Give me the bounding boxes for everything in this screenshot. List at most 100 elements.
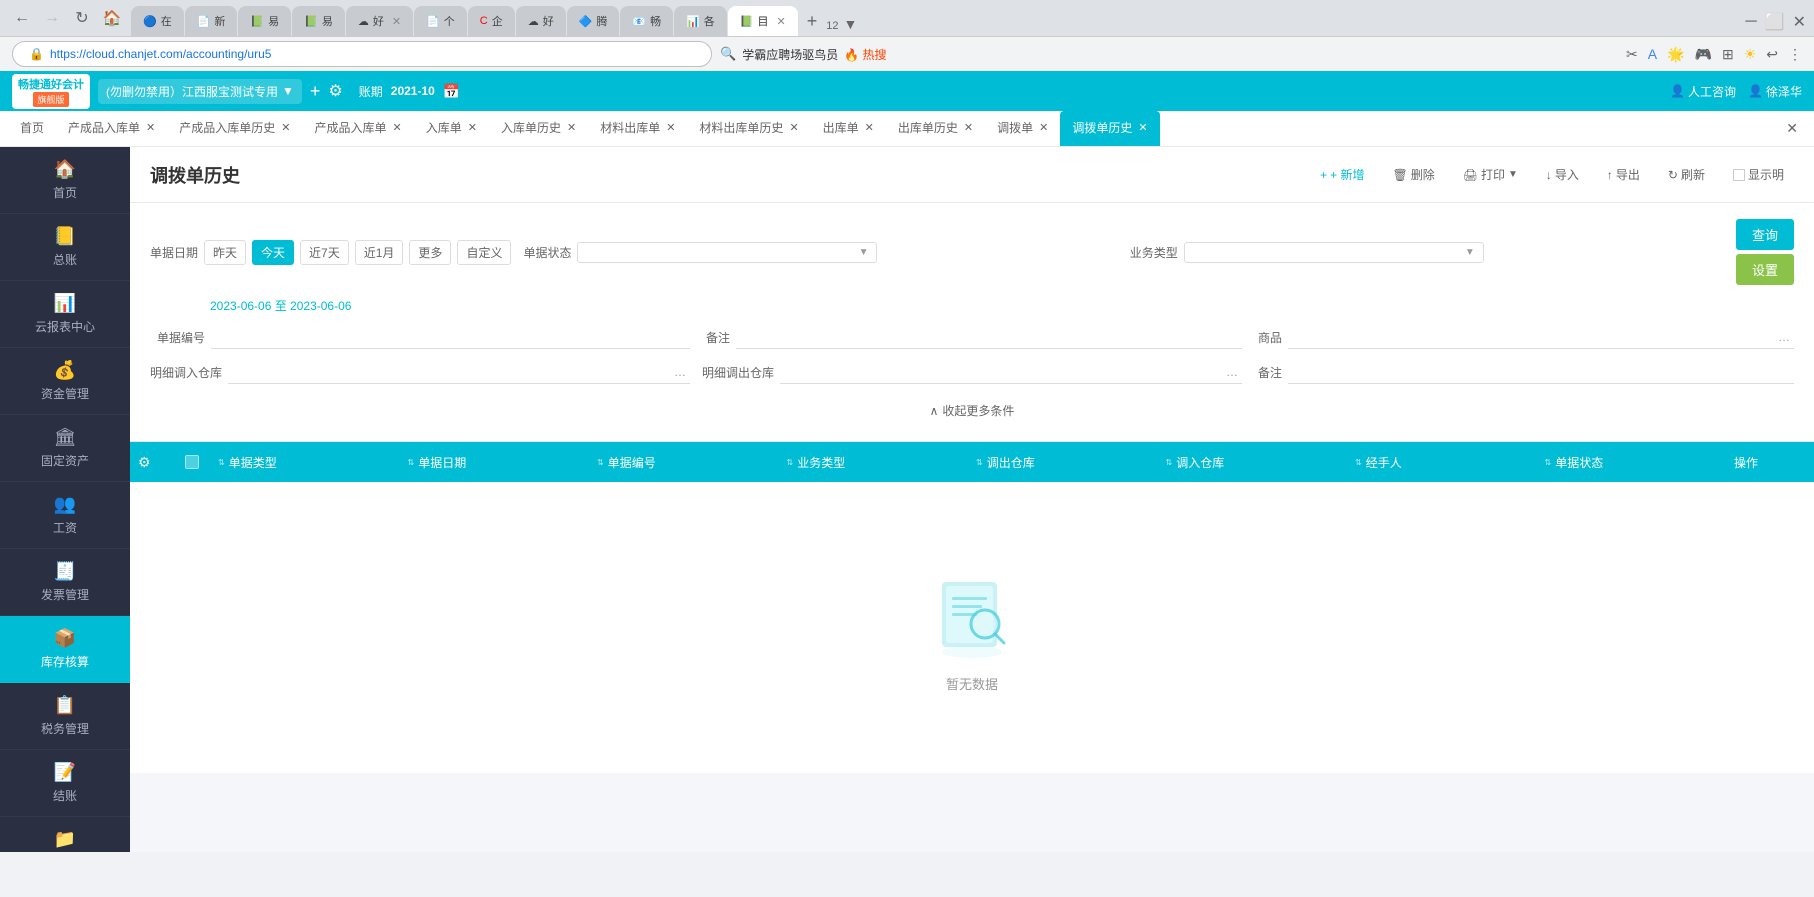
th-doc-date[interactable]: ⇅ 单据日期 [400,454,590,471]
nav-tab-ckd[interactable]: 出库单 ✕ [811,111,886,146]
delete-btn[interactable]: 🗑 删除 [1382,161,1444,188]
close-btn[interactable]: ✕ [1793,12,1806,32]
calendar-icon[interactable]: 📅 [443,83,460,100]
date-more-btn[interactable]: 更多 [409,240,451,265]
tab-8[interactable]: ☁好 [516,6,566,36]
tab-6[interactable]: 📄个 [414,6,467,36]
date-today-btn[interactable]: 今天 [252,240,294,265]
address-bar[interactable]: 🔒 https://cloud.chanjet.com/accounting/u… [12,41,712,67]
nav-tab-ccrk2[interactable]: 产成品入库单 ✕ [302,111,413,146]
tab-12[interactable]: 📗目 ✕ [728,6,798,36]
nav-tab-ccrkls-close[interactable]: ✕ [281,121,290,134]
note-input[interactable] [736,326,1242,348]
date-custom-btn[interactable]: 自定义 [457,240,511,265]
tab-list-btn[interactable]: ▼ [843,16,857,36]
tab-9[interactable]: 🔷腾 [567,6,620,36]
in-warehouse-more-icon[interactable]: … [670,365,690,379]
th-doc-num[interactable]: ⇅ 单据编号 [589,454,779,471]
new-tab-btn[interactable]: + [799,11,826,36]
sidebar-item-home[interactable]: 🏠 首页 [0,147,130,214]
close-all-tabs[interactable]: ✕ [1778,120,1806,137]
sidebar-item-assets[interactable]: 🏛 固定资产 [0,415,130,482]
tab-4[interactable]: 📗易 [292,6,345,36]
service-btn[interactable]: 👤 人工咨询 [1670,83,1736,100]
tab-2[interactable]: 📄新 [185,6,238,36]
query-btn[interactable]: 查询 [1736,219,1794,250]
nav-tab-rkd[interactable]: 入库单 ✕ [414,111,489,146]
nav-tab-ckdls-close[interactable]: ✕ [964,121,973,134]
home-btn[interactable]: 🏠 [98,4,126,32]
tab-7[interactable]: C企 [468,6,515,36]
date-1month-btn[interactable]: 近1月 [355,240,404,265]
nav-tab-ccrk[interactable]: 产成品入库单 ✕ [56,111,167,146]
nav-tab-ccrk2-close[interactable]: ✕ [393,121,402,134]
tab-3[interactable]: 📗易 [238,6,291,36]
sidebar-item-closing[interactable]: 📝 结账 [0,750,130,817]
nav-tab-dbdls[interactable]: 调拨单历史 ✕ [1060,111,1159,146]
th-checkbox[interactable] [174,455,210,469]
add-company-btn[interactable]: + [310,81,321,102]
select-all-checkbox[interactable] [185,455,199,469]
nav-tab-home[interactable]: 首页 [8,111,56,146]
nav-tab-dbd[interactable]: 调拨单 ✕ [985,111,1060,146]
sidebar-item-invoice[interactable]: 🧾 发票管理 [0,549,130,616]
company-selector[interactable]: (勿删勿禁用）江西服宝测试专用 ▼ [98,79,302,104]
goods-more-icon[interactable]: … [1774,330,1794,344]
tab-10[interactable]: 📧畅 [620,6,673,36]
nav-tab-rkd-close[interactable]: ✕ [468,121,477,134]
tab-5-close[interactable]: ✕ [392,15,401,28]
in-warehouse-input[interactable] [228,361,670,383]
date-yesterday-btn[interactable]: 昨天 [204,240,246,265]
back-btn[interactable]: ← [8,4,36,32]
out-warehouse-more-icon[interactable]: … [1222,365,1242,379]
doc-num-input[interactable] [211,326,690,348]
nav-tab-dbdls-close[interactable]: ✕ [1138,121,1147,134]
reload-btn[interactable]: ↻ [68,4,96,32]
refresh-btn[interactable]: ↻ 刷新 [1658,161,1715,188]
sidebar-item-tax[interactable]: 📋 税务管理 [0,683,130,750]
print-btn[interactable]: 🖨 打印 ▼ [1453,161,1528,188]
tab-11[interactable]: 📊各 [674,6,727,36]
export-btn[interactable]: ↑ 导出 [1597,161,1650,188]
th-biz-type[interactable]: ⇅ 业务类型 [779,454,969,471]
th-doc-status[interactable]: ⇅ 单据状态 [1537,454,1727,471]
remark-input[interactable] [1288,361,1794,383]
nav-tab-ckdls[interactable]: 出库单历史 ✕ [886,111,985,146]
nav-tab-clckd-close[interactable]: ✕ [666,121,675,134]
import-btn[interactable]: ↓ 导入 [1536,161,1589,188]
tab-12-close[interactable]: ✕ [777,15,786,28]
sidebar-item-funds[interactable]: 💰 资金管理 [0,348,130,415]
new-doc-btn[interactable]: + + 新增 [1310,161,1374,188]
user-menu[interactable]: 👤 徐泽华 [1748,83,1802,100]
th-gear[interactable]: ⚙ [138,454,174,471]
biz-type-select[interactable]: ▼ [1184,242,1484,263]
tab-1[interactable]: 🔵在 [131,6,184,36]
nav-tab-clckd[interactable]: 材料出库单 ✕ [588,111,687,146]
sidebar-item-inventory[interactable]: 📦 库存核算 [0,616,130,683]
sidebar-item-reports[interactable]: 📊 云报表中心 [0,281,130,348]
goods-input[interactable] [1288,326,1774,348]
sidebar-item-salary[interactable]: 👥 工资 [0,482,130,549]
collapse-btn[interactable]: ∧ 收起更多条件 [150,396,1794,425]
settings-icon[interactable]: ⚙ [328,81,342,101]
forward-btn[interactable]: → [38,4,66,32]
th-in-warehouse[interactable]: ⇅ 调入仓库 [1158,454,1348,471]
date-7days-btn[interactable]: 近7天 [300,240,349,265]
sidebar-item-archive[interactable]: 📁 归档管理 [0,817,130,852]
status-select[interactable]: ▼ [577,242,877,263]
sidebar-item-ledger[interactable]: 📒 总账 [0,214,130,281]
nav-tab-ccrkls[interactable]: 产成品入库单历史 ✕ [167,111,302,146]
display-btn[interactable]: 显示明 [1723,161,1794,188]
maximize-btn[interactable]: ⬜ [1765,12,1785,32]
th-handler[interactable]: ⇅ 经手人 [1347,454,1537,471]
out-warehouse-input[interactable] [780,361,1222,383]
minimize-btn[interactable]: ─ [1745,13,1756,31]
tab-5[interactable]: ☁好 ✕ [346,6,413,36]
nav-tab-rkdls[interactable]: 入库单历史 ✕ [489,111,588,146]
th-out-warehouse[interactable]: ⇅ 调出仓库 [968,454,1158,471]
settings-query-btn[interactable]: 设置 [1736,254,1794,285]
th-doc-type[interactable]: ⇅ 单据类型 [210,454,400,471]
nav-tab-rkdls-close[interactable]: ✕ [567,121,576,134]
nav-tab-ckd-close[interactable]: ✕ [865,121,874,134]
nav-tab-clckdls[interactable]: 材料出库单历史 ✕ [687,111,810,146]
